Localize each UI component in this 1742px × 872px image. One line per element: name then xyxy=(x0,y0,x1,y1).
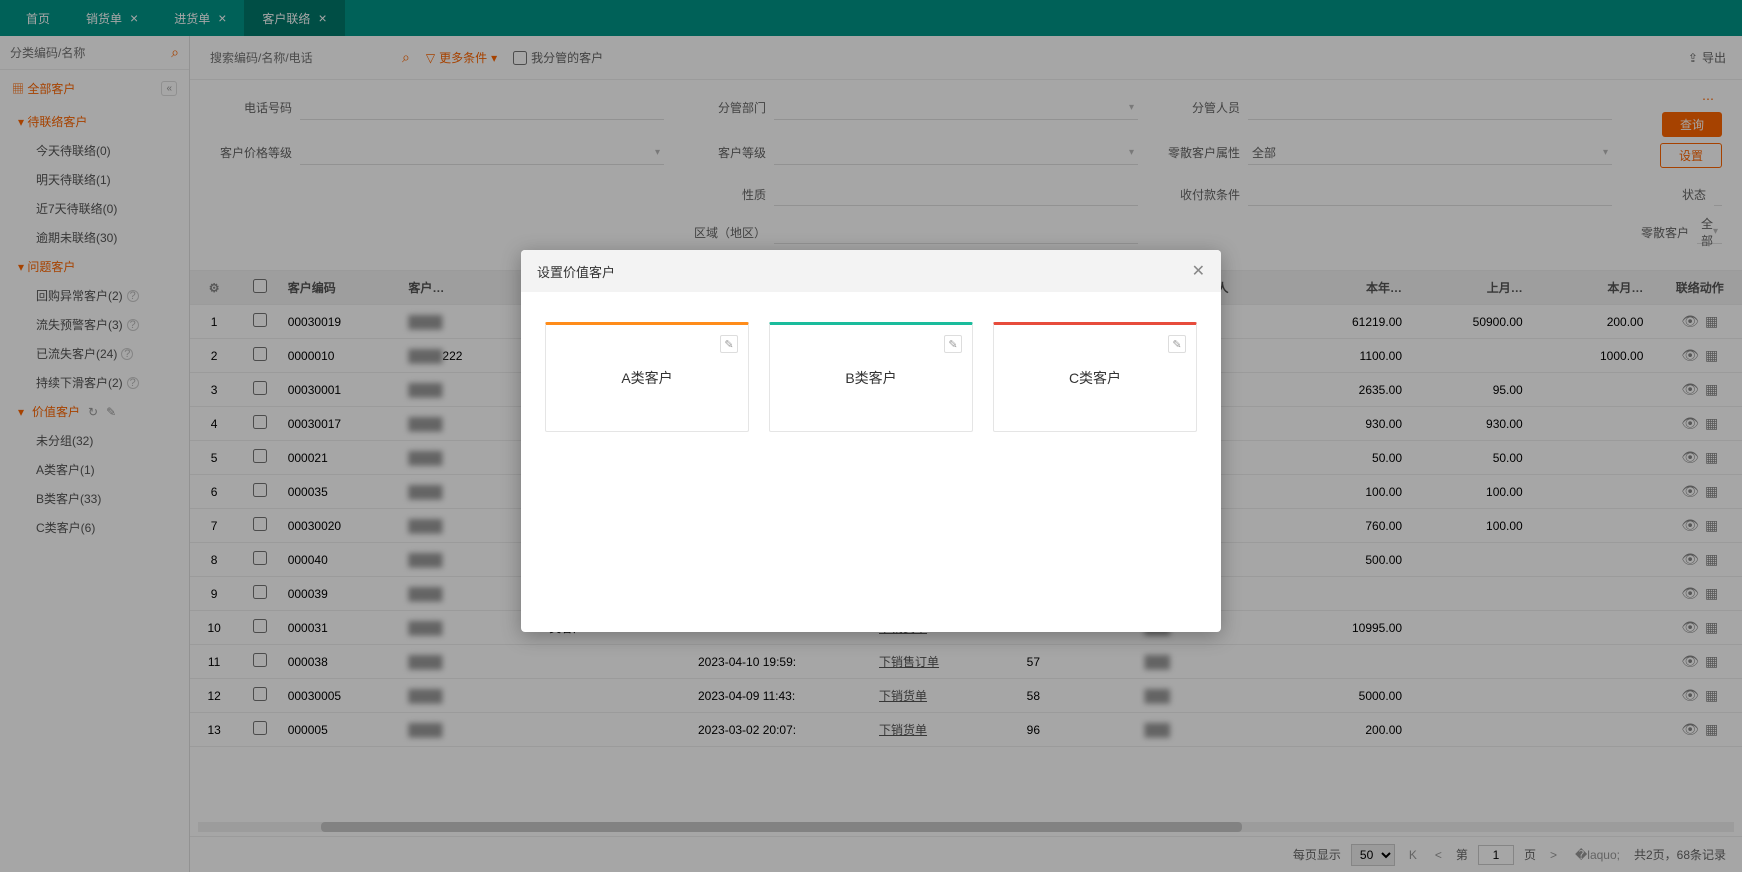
card-label: B类客户 xyxy=(845,368,896,388)
close-icon[interactable]: ✕ xyxy=(1192,261,1205,281)
card-b[interactable]: ✎ B类客户 xyxy=(769,322,973,432)
modal-title: 设置价值客户 xyxy=(537,262,615,281)
modal-overlay[interactable]: 设置价值客户 ✕ ✎ A类客户 ✎ B类客户 ✎ C类客户 xyxy=(0,0,1742,872)
edit-icon[interactable]: ✎ xyxy=(720,335,738,353)
modal-value-customer: 设置价值客户 ✕ ✎ A类客户 ✎ B类客户 ✎ C类客户 xyxy=(521,250,1221,632)
edit-icon[interactable]: ✎ xyxy=(944,335,962,353)
edit-icon[interactable]: ✎ xyxy=(1168,335,1186,353)
card-label: C类客户 xyxy=(1069,368,1121,388)
card-c[interactable]: ✎ C类客户 xyxy=(993,322,1197,432)
card-a[interactable]: ✎ A类客户 xyxy=(545,322,749,432)
card-label: A类客户 xyxy=(621,368,672,388)
